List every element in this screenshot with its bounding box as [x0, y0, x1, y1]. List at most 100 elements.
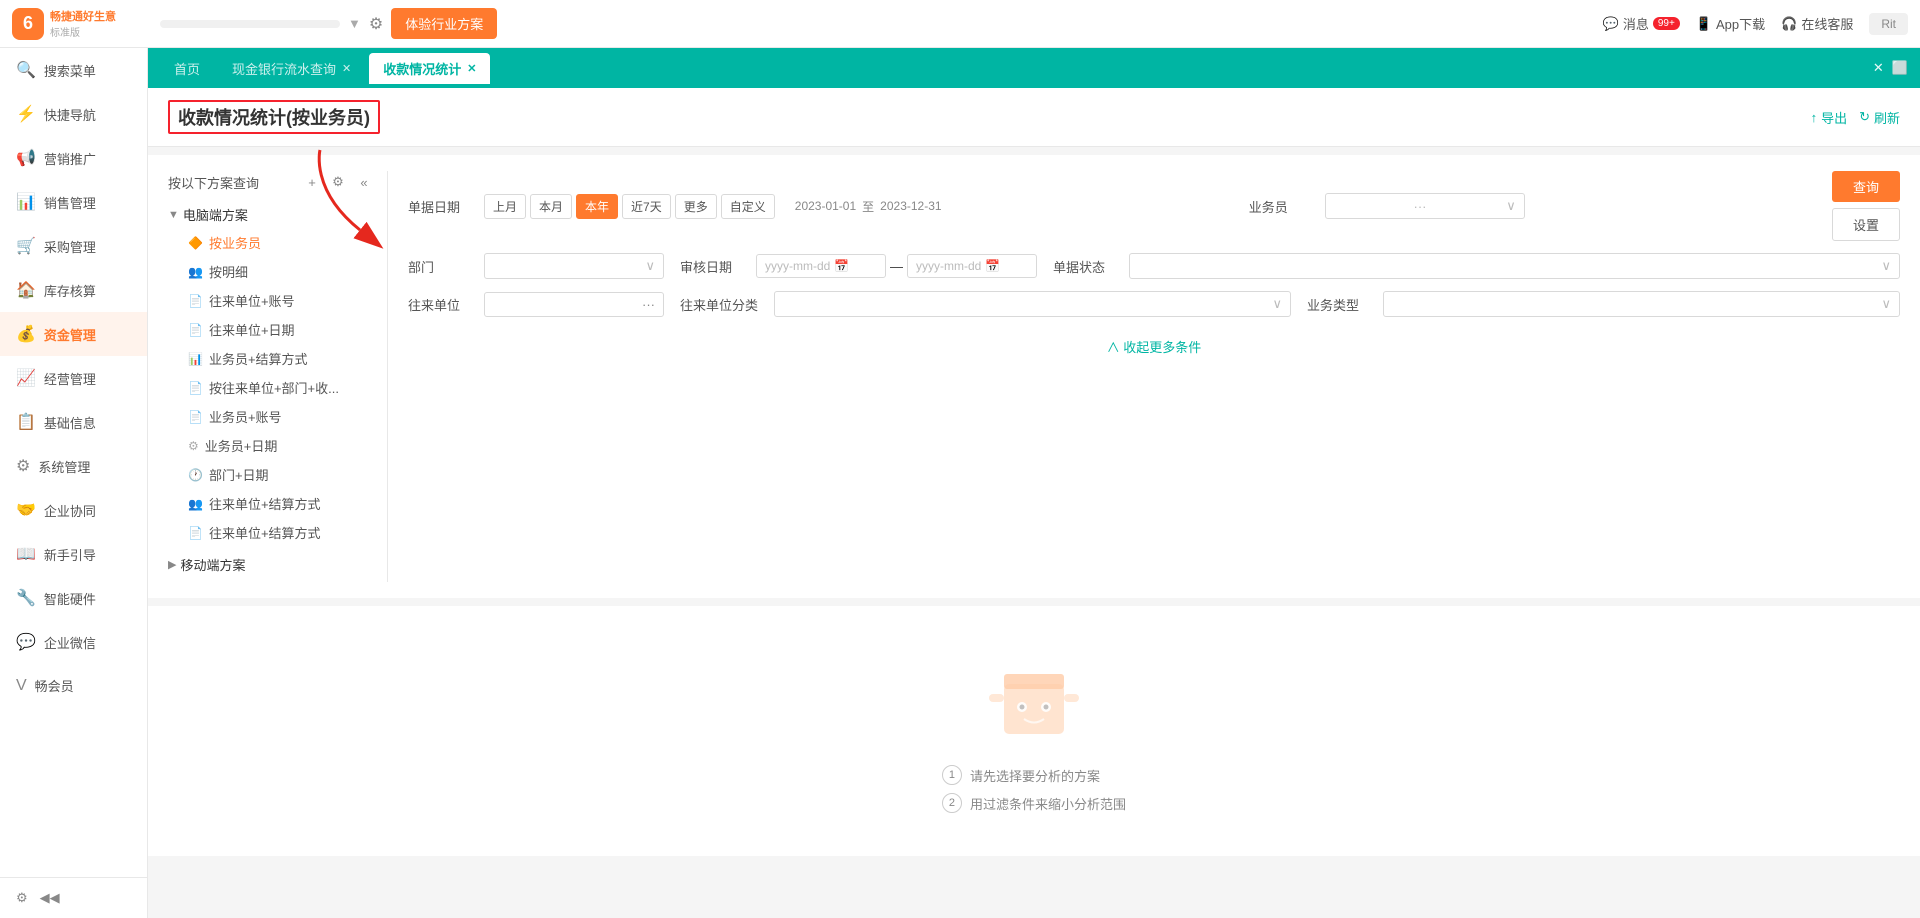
tab-right-actions: ✕ ⬜: [1873, 60, 1908, 76]
sidebar-item-sales[interactable]: 📊 销售管理: [0, 180, 147, 224]
counterparty-label: 往来单位: [408, 295, 468, 314]
trial-button[interactable]: 体验行业方案: [391, 8, 497, 39]
system-icon: ⚙: [16, 456, 30, 476]
scheme-item-cp-settlement1[interactable]: 👥 往来单位+结算方式: [168, 489, 375, 518]
scheme-item-by-detail[interactable]: 👥 按明细: [168, 257, 375, 286]
hint-num-2: 2: [942, 793, 962, 813]
sidebar-item-quicknav[interactable]: ⚡ 快捷导航: [0, 92, 147, 136]
sidebar-settings-icon[interactable]: ⚙: [16, 890, 28, 906]
sidebar-item-marketing[interactable]: 📢 营销推广: [0, 136, 147, 180]
empty-hint-2: 2 用过滤条件来缩小分析范围: [942, 793, 1126, 813]
tab-bank-flow[interactable]: 现金银行流水查询 ✕: [218, 53, 365, 84]
top-header: 6 畅捷通好生意 标准版 ▼ ⚙ 体验行业方案 💬 消息 99+ 📱 App下载…: [0, 0, 1920, 48]
empty-state: 1 请先选择要分析的方案 2 用过滤条件来缩小分析范围: [942, 649, 1126, 813]
date-quick-btns: 上月 本月 本年 近7天 更多 自定义: [484, 194, 775, 219]
salesman-select[interactable]: ··· ∨: [1325, 193, 1525, 219]
date-btn-this-year[interactable]: 本年: [576, 194, 618, 219]
scheme-item-sm-settle-icon: 📊: [188, 352, 203, 366]
sidebar-item-purchase[interactable]: 🛒 采购管理: [0, 224, 147, 268]
sidebar-item-system[interactable]: ⚙ 系统管理: [0, 444, 147, 488]
counterparty-category-label: 往来单位分类: [680, 295, 758, 314]
tab-bank-flow-close[interactable]: ✕: [342, 62, 351, 75]
sidebar-item-member[interactable]: V 畅会员: [0, 664, 147, 707]
scheme-item-by-salesman[interactable]: 🔶 按业务员: [168, 228, 375, 257]
date-btn-7days[interactable]: 近7天: [622, 194, 671, 219]
sidebar-item-hardware[interactable]: 🔧 智能硬件: [0, 576, 147, 620]
tab-home[interactable]: 首页: [160, 53, 214, 84]
review-date-from-input[interactable]: yyyy-mm-dd 📅: [756, 254, 886, 278]
scheme-item-counterparty-dept[interactable]: 📄 按往来单位+部门+收...: [168, 373, 375, 402]
tab-close-all-icon[interactable]: ✕: [1873, 60, 1884, 76]
query-button[interactable]: 查询: [1832, 171, 1900, 202]
scheme-collapse-icon[interactable]: «: [353, 171, 375, 193]
tab-maximize-icon[interactable]: ⬜: [1892, 60, 1908, 76]
biz-type-label: 业务类型: [1307, 295, 1367, 314]
scheme-item-salesman-date[interactable]: ⚙ 业务员+日期: [168, 431, 375, 460]
review-date-label: 审核日期: [680, 257, 740, 276]
biz-type-select[interactable]: ∨: [1383, 291, 1900, 317]
sidebar: 🔍 搜索菜单 ⚡ 快捷导航 📢 营销推广 📊 销售管理 🛒 采购管理 🏠 库存核…: [0, 48, 148, 918]
settings-button[interactable]: 设置: [1832, 208, 1900, 241]
scheme-item-salesman-account[interactable]: 📄 业务员+账号: [168, 402, 375, 431]
group-expand-arrow-icon: ▼: [168, 209, 179, 221]
scheme-item-counterparty-date[interactable]: 📄 往来单位+日期: [168, 315, 375, 344]
scheme-item-active-icon: 🔶: [188, 236, 203, 250]
counterparty-select[interactable]: ···: [484, 292, 664, 317]
dept-select[interactable]: ∨: [484, 253, 664, 279]
counterparty-category-select[interactable]: ∨: [774, 291, 1291, 317]
date-btn-last-month[interactable]: 上月: [484, 194, 526, 219]
review-date-to-input[interactable]: yyyy-mm-dd 📅: [907, 254, 1037, 278]
app-download-btn[interactable]: 📱 App下载: [1696, 14, 1765, 33]
purchase-icon: 🛒: [16, 236, 36, 256]
export-button[interactable]: ↑ 导出: [1811, 108, 1848, 127]
doc-status-label: 单据状态: [1053, 257, 1113, 276]
sidebar-item-finance[interactable]: 💰 资金管理: [0, 312, 147, 356]
filter-area: 按以下方案查询 + ⚙ « ▼ 电脑端方案: [148, 155, 1920, 598]
breadcrumb-nav: [160, 20, 340, 28]
empty-hint-1: 1 请先选择要分析的方案: [942, 765, 1126, 785]
refresh-button[interactable]: ↻ 刷新: [1859, 108, 1900, 127]
scheme-item-cp-settlement2[interactable]: 📄 往来单位+结算方式: [168, 518, 375, 547]
scheme-item-sm-date-icon: ⚙: [188, 439, 199, 453]
scheme-group-mobile: ▶ 移动端方案: [168, 551, 375, 578]
sidebar-item-search[interactable]: 🔍 搜索菜单: [0, 48, 147, 92]
scheme-item-cp-dept-icon: 📄: [188, 381, 203, 395]
sidebar-item-inventory[interactable]: 🏠 库存核算: [0, 268, 147, 312]
scheme-item-dept-date[interactable]: 🕐 部门+日期: [168, 460, 375, 489]
date-btn-custom[interactable]: 自定义: [721, 194, 775, 219]
main-layout: 🔍 搜索菜单 ⚡ 快捷导航 📢 营销推广 📊 销售管理 🛒 采购管理 🏠 库存核…: [0, 48, 1920, 918]
sidebar-item-operations[interactable]: 📈 经营管理: [0, 356, 147, 400]
date-btn-this-month[interactable]: 本月: [530, 194, 572, 219]
scheme-group-mobile-header[interactable]: ▶ 移动端方案: [168, 551, 375, 578]
marketing-icon: 📢: [16, 148, 36, 168]
doc-status-select[interactable]: ∨: [1129, 253, 1900, 279]
scheme-item-counterparty-account[interactable]: 📄 往来单位+账号: [168, 286, 375, 315]
messages-btn[interactable]: 💬 消息 99+: [1603, 14, 1680, 33]
scheme-item-cp-set1-icon: 👥: [188, 497, 203, 511]
dropdown-arrow-icon[interactable]: ▼: [348, 16, 361, 31]
sidebar-item-guide[interactable]: 📖 新手引导: [0, 532, 147, 576]
header-right: 💬 消息 99+ 📱 App下载 🎧 在线客服 Rit: [1603, 13, 1908, 35]
sidebar-item-weixin[interactable]: 💬 企业微信: [0, 620, 147, 664]
sidebar-item-base-info[interactable]: 📋 基础信息: [0, 400, 147, 444]
collapse-more-conditions[interactable]: ∧ 收起更多条件: [408, 329, 1900, 364]
scheme-item-salesman-settlement[interactable]: 📊 业务员+结算方式: [168, 344, 375, 373]
filter-row-date: 单据日期 上月 本月 本年 近7天 更多 自定义 2023-01-01: [408, 171, 1900, 241]
scheme-group-desktop-header[interactable]: ▼ 电脑端方案: [168, 201, 375, 228]
scheme-settings-icon[interactable]: ⚙: [327, 171, 349, 193]
base-info-icon: 📋: [16, 412, 36, 432]
settings-icon[interactable]: ⚙: [369, 14, 383, 34]
online-service-btn[interactable]: 🎧 在线客服: [1781, 14, 1853, 33]
scheme-add-icon[interactable]: +: [301, 171, 323, 193]
app-name: 畅捷通好生意: [50, 8, 116, 24]
tab-collection-stats-close[interactable]: ✕: [467, 62, 476, 75]
tab-collection-stats[interactable]: 收款情况统计 ✕: [369, 53, 490, 84]
sidebar-item-collab[interactable]: 🤝 企业协同: [0, 488, 147, 532]
date-btn-more[interactable]: 更多: [675, 194, 717, 219]
sidebar-collapse-icon[interactable]: ◀◀: [40, 890, 60, 906]
export-icon: ↑: [1811, 110, 1818, 125]
scheme-item-detail-icon: 👥: [188, 265, 203, 279]
sales-icon: 📊: [16, 192, 36, 212]
app-edition: 标准版: [50, 24, 116, 39]
user-info[interactable]: Rit: [1869, 13, 1908, 35]
